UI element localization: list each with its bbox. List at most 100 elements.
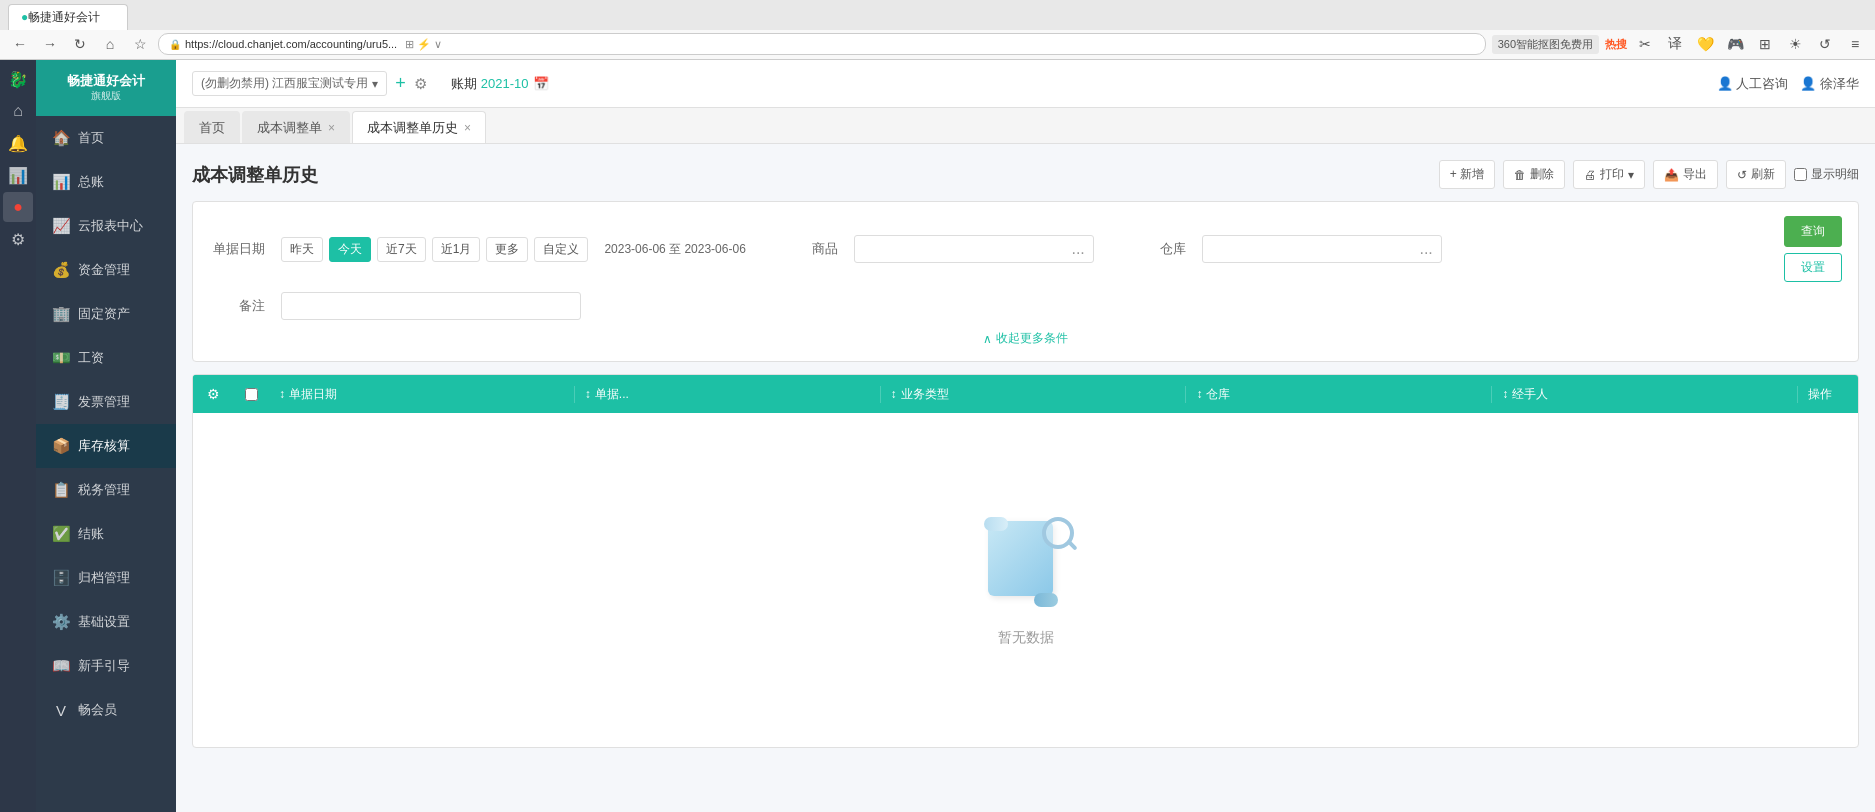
browser-tab-active[interactable]: ● 畅捷通好会计 xyxy=(8,4,128,30)
tab-2[interactable]: 成本调整单历史× xyxy=(352,111,486,143)
tab-0[interactable]: 首页 xyxy=(184,111,240,143)
sidebar-icon-11: ⚙️ xyxy=(52,613,70,631)
goods-dots[interactable]: ... xyxy=(1071,240,1084,258)
table-gear-icon[interactable]: ⚙ xyxy=(207,386,220,402)
tab-label-1: 成本调整单 xyxy=(257,119,322,137)
add-company-btn[interactable]: + xyxy=(395,73,406,94)
page-header: 成本调整单历史 + 新增 🗑 删除 🖨 打印 ▾ 📤 导出 xyxy=(192,160,1859,189)
table-container: ⚙ ↕ 单据日期 ↕ 单据... ↕ 业务类型 xyxy=(192,374,1859,748)
remark-input[interactable] xyxy=(281,292,581,320)
sidebar-item-工资[interactable]: 💵工资 xyxy=(36,336,176,380)
sidebar-item-发票管理[interactable]: 🧾发票管理 xyxy=(36,380,176,424)
sidebar: 畅捷通好会计 旗舰版 🏠首页📊总账📈云报表中心💰资金管理🏢固定资产💵工资🧾发票管… xyxy=(36,60,176,812)
yesterday-btn[interactable]: 昨天 xyxy=(281,237,323,262)
wallet-icon[interactable]: 💛 xyxy=(1693,32,1717,56)
bookmark-button[interactable]: ☆ xyxy=(128,32,152,56)
today-btn[interactable]: 今天 xyxy=(329,237,371,262)
export-icon: 📤 xyxy=(1664,168,1679,182)
display-label: 显示明细 xyxy=(1811,166,1859,183)
collapse-btn[interactable]: ∧ 收起更多条件 xyxy=(209,330,1842,347)
warehouse-select[interactable]: ... xyxy=(1202,235,1442,263)
sidebar-item-结账[interactable]: ✅结账 xyxy=(36,512,176,556)
account-period: 账期 2021-10 📅 xyxy=(451,75,549,93)
sidebar-item-首页[interactable]: 🏠 首页 xyxy=(36,116,176,160)
print-btn[interactable]: 🖨 打印 ▾ xyxy=(1573,160,1645,189)
service-btn[interactable]: 👤 人工咨询 xyxy=(1717,75,1789,93)
sidebar-icon-6: 🧾 xyxy=(52,393,70,411)
game-icon[interactable]: 🎮 xyxy=(1723,32,1747,56)
scissors-icon[interactable]: ✂ xyxy=(1633,32,1657,56)
tab-1[interactable]: 成本调整单 × xyxy=(242,111,350,143)
th-date[interactable]: ↕ 单据日期 xyxy=(269,386,575,403)
dropdown-icon: ▾ xyxy=(372,77,378,91)
display-checkbox[interactable] xyxy=(1794,168,1807,181)
browser-controls: ⊞ ⚡ ∨ xyxy=(405,38,442,51)
user-avatar[interactable]: 👤 徐泽华 xyxy=(1800,75,1859,93)
export-btn[interactable]: 📤 导出 xyxy=(1653,160,1718,189)
select-all-checkbox[interactable] xyxy=(245,388,258,401)
settings-icon[interactable]: ⚙ xyxy=(414,75,427,93)
filter-area: 单据日期 昨天 今天 近7天 近1月 更多 自定义 2023-06-06 至 2… xyxy=(192,201,1859,362)
browser-chrome: ● 畅捷通好会计 ← → ↻ ⌂ ☆ 🔒 https://cloud.chanj… xyxy=(0,0,1875,60)
back-button[interactable]: ← xyxy=(8,32,32,56)
sidebar-item-新手引导[interactable]: 📖新手引导 xyxy=(36,644,176,688)
warehouse-label: 仓库 xyxy=(1130,240,1186,258)
refresh-btn[interactable]: ↺ 刷新 xyxy=(1726,160,1786,189)
more-btn[interactable]: 更多 xyxy=(486,237,528,262)
undo-icon[interactable]: ↺ xyxy=(1813,32,1837,56)
warehouse-dots[interactable]: ... xyxy=(1419,240,1432,258)
menu-icon[interactable]: ≡ xyxy=(1843,32,1867,56)
search-ext: 360智能抠图免费用 xyxy=(1492,35,1599,54)
reload-button[interactable]: ↻ xyxy=(68,32,92,56)
top-bar: (勿删勿禁用) 江西服宝测试专用 ▾ + ⚙ 账期 2021-10 📅 👤 人工… xyxy=(176,60,1875,108)
forward-button[interactable]: → xyxy=(38,32,62,56)
icon-bar-chart[interactable]: 📊 xyxy=(3,160,33,190)
sidebar-icon-5: 💵 xyxy=(52,349,70,367)
sidebar-item-固定资产[interactable]: 🏢固定资产 xyxy=(36,292,176,336)
sidebar-label-13: 畅会员 xyxy=(78,701,117,719)
th-doc[interactable]: ↕ 单据... xyxy=(575,386,881,403)
home-button[interactable]: ⌂ xyxy=(98,32,122,56)
sidebar-item-畅会员[interactable]: V 畅会员 xyxy=(36,688,176,732)
query-btn[interactable]: 查询 xyxy=(1784,216,1842,247)
th-type-sort: ↕ xyxy=(891,387,897,401)
sidebar-item-云报表中心[interactable]: 📈云报表中心 xyxy=(36,204,176,248)
icon-bar-notification[interactable]: 🔔 xyxy=(3,128,33,158)
tab-close-1[interactable]: × xyxy=(328,121,335,135)
sidebar-item-总账[interactable]: 📊总账 xyxy=(36,160,176,204)
sidebar-label-0: 首页 xyxy=(78,129,104,147)
sidebar-item-归档管理[interactable]: 🗄️归档管理 xyxy=(36,556,176,600)
grid-icon[interactable]: ⊞ xyxy=(1753,32,1777,56)
sidebar-icon-13: V xyxy=(52,702,70,719)
main-area: (勿删勿禁用) 江西服宝测试专用 ▾ + ⚙ 账期 2021-10 📅 👤 人工… xyxy=(176,60,1875,812)
th-warehouse[interactable]: ↕ 仓库 xyxy=(1186,386,1492,403)
custom-btn[interactable]: 自定义 xyxy=(534,237,588,262)
sidebar-icon-3: 💰 xyxy=(52,261,70,279)
goods-select[interactable]: ... xyxy=(854,235,1094,263)
company-selector[interactable]: (勿删勿禁用) 江西服宝测试专用 ▾ xyxy=(192,71,387,96)
icon-bar-settings[interactable]: ⚙ xyxy=(3,224,33,254)
sidebar-icon-0: 🏠 xyxy=(52,129,70,147)
th-type[interactable]: ↕ 业务类型 xyxy=(881,386,1187,403)
empty-illustration xyxy=(976,513,1076,613)
sidebar-item-基础设置[interactable]: ⚙️基础设置 xyxy=(36,600,176,644)
tab-close-2[interactable]: × xyxy=(464,121,471,135)
sidebar-label-4: 固定资产 xyxy=(78,305,130,323)
last-month-btn[interactable]: 近1月 xyxy=(432,237,481,262)
company-name: (勿删勿禁用) 江西服宝测试专用 xyxy=(201,75,368,92)
icon-bar-active[interactable]: ● xyxy=(3,192,33,222)
sidebar-item-资金管理[interactable]: 💰资金管理 xyxy=(36,248,176,292)
new-btn[interactable]: + 新增 xyxy=(1439,160,1495,189)
th-handler[interactable]: ↕ 经手人 xyxy=(1492,386,1798,403)
filter-settings-btn[interactable]: 设置 xyxy=(1784,253,1842,282)
translate-icon[interactable]: 译 xyxy=(1663,32,1687,56)
sidebar-item-税务管理[interactable]: 📋税务管理 xyxy=(36,468,176,512)
delete-btn[interactable]: 🗑 删除 xyxy=(1503,160,1565,189)
hot-label: 热搜 xyxy=(1605,37,1627,52)
sidebar-item-库存核算[interactable]: 📦库存核算 xyxy=(36,424,176,468)
icon-bar-home[interactable]: ⌂ xyxy=(3,96,33,126)
calendar-icon[interactable]: 📅 xyxy=(533,76,549,91)
last7-btn[interactable]: 近7天 xyxy=(377,237,426,262)
browser-url-box[interactable]: 🔒 https://cloud.chanjet.com/accounting/u… xyxy=(158,33,1486,55)
brightness-icon[interactable]: ☀ xyxy=(1783,32,1807,56)
